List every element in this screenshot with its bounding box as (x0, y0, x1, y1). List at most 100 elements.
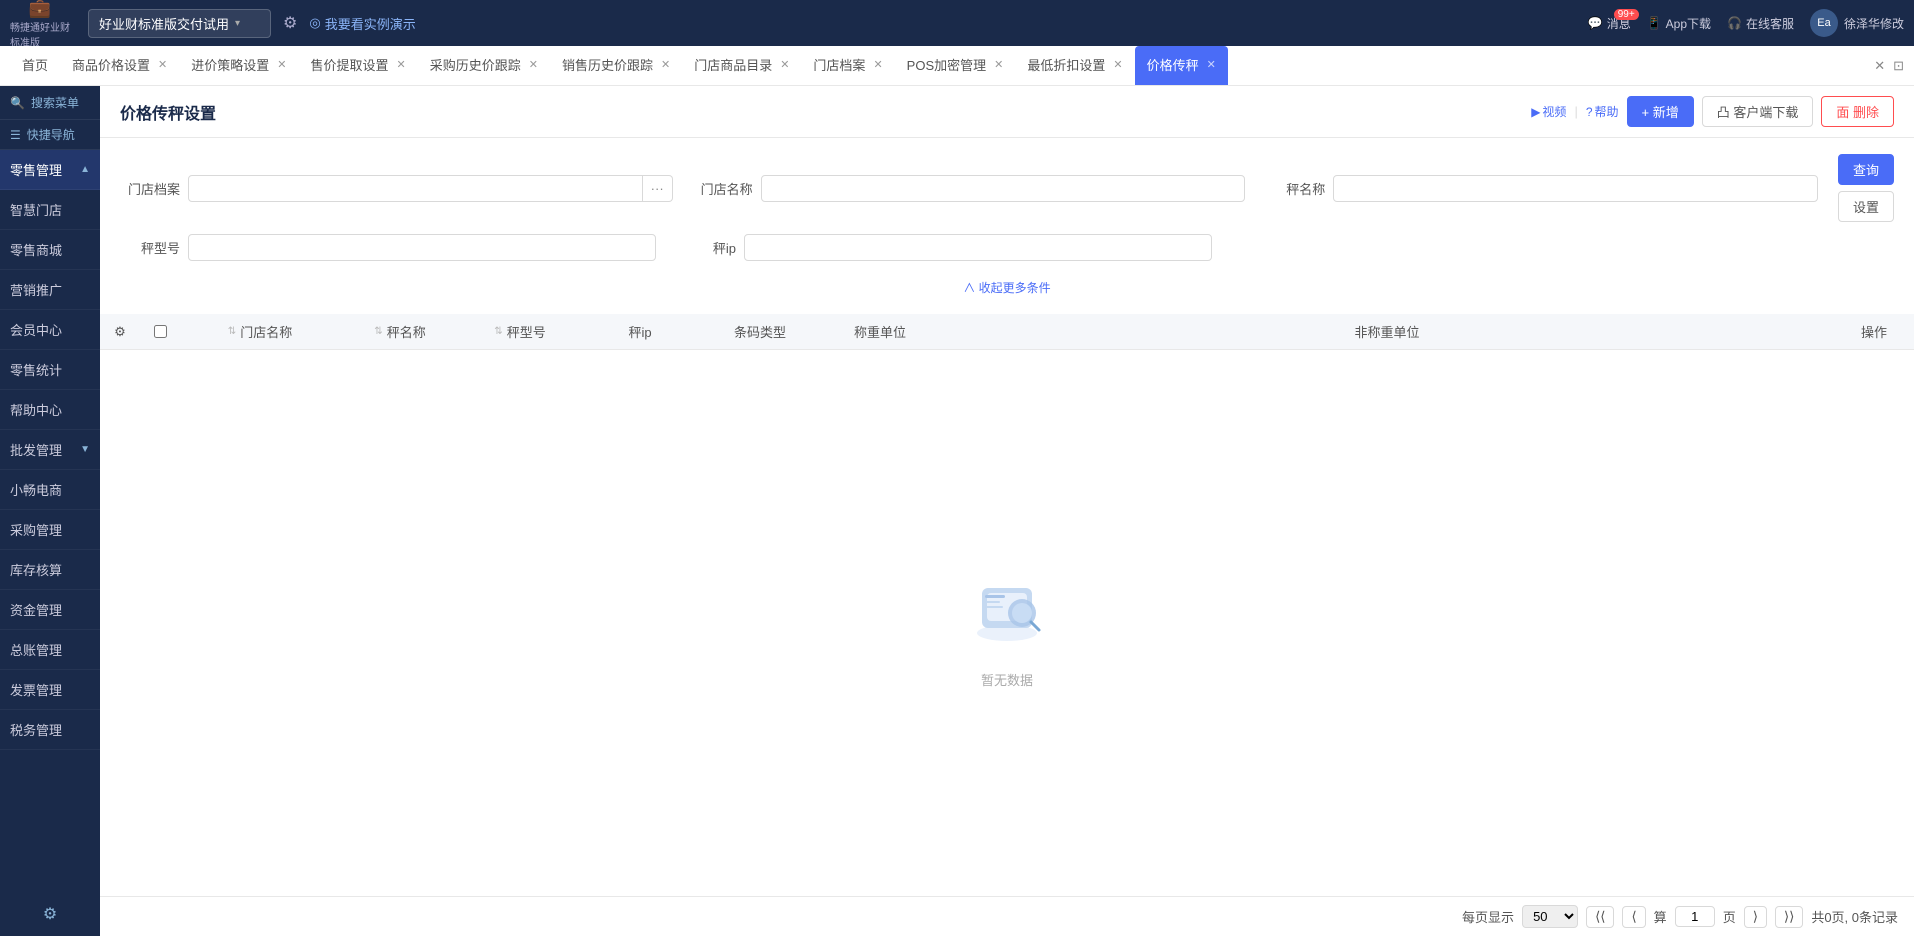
total-label: 共0页, 0条记录 (1811, 907, 1898, 926)
tab-pos-security[interactable]: POS加密管理 ✕ (895, 46, 1016, 86)
store-name-input[interactable] (761, 175, 1246, 202)
tab-price-scale[interactable]: 价格传秤 ✕ (1135, 46, 1228, 86)
next-page-btn[interactable]: ⟩ (1744, 906, 1767, 928)
th-store-name: ⇅ 门店名称 (180, 322, 340, 341)
sort-icon[interactable]: ⇅ (494, 326, 502, 337)
app-download-btn[interactable]: 📱 App下载 (1647, 15, 1711, 32)
version-selector[interactable]: 好业财标准版交付试用 ▾ (88, 9, 271, 38)
store-archive-label: 门店档案 (120, 179, 180, 198)
scale-ip-input[interactable] (744, 234, 1212, 261)
sidebar: 🔍 搜索菜单 ☰ 快捷导航 零售管理 ▲ 智慧门店 零售商城 营销推广 会员中心… (0, 86, 100, 936)
page-number-input[interactable] (1675, 906, 1715, 927)
sidebar-item-retail-mgmt[interactable]: 零售管理 ▲ (0, 150, 100, 190)
sidebar-item-wholesale[interactable]: 批发管理 ▼ (0, 430, 100, 470)
store-archive-input-wrap: ··· (188, 175, 673, 202)
user-area[interactable]: Ea 徐泽华修改 (1810, 9, 1904, 37)
prev-page-btn[interactable]: ⟨ (1622, 906, 1645, 928)
sidebar-item-smart-store[interactable]: 智慧门店 (0, 190, 100, 230)
demo-link[interactable]: ◎ 我要看实例演示 (309, 14, 415, 33)
video-link[interactable]: ▶ 视频 (1531, 103, 1566, 120)
sidebar-settings-btn[interactable]: ⚙ (0, 892, 100, 936)
scale-ip-field: 秤ip (676, 234, 1212, 261)
query-button[interactable]: 查询 (1838, 154, 1894, 185)
help-link[interactable]: ? 帮助 (1586, 103, 1619, 120)
sidebar-item-retail-mall[interactable]: 零售商城 (0, 230, 100, 270)
close-icon[interactable]: ✕ (661, 58, 670, 71)
sidebar-item-ecommerce[interactable]: 小畅电商 (0, 470, 100, 510)
th-settings[interactable]: ⚙ (100, 324, 140, 340)
tab-min-discount[interactable]: 最低折扣设置 ✕ (1015, 46, 1134, 86)
last-page-btn[interactable]: ⟩⟩ (1775, 906, 1803, 928)
sort-icon[interactable]: ⇅ (228, 326, 236, 337)
first-page-btn[interactable]: ⟨⟨ (1586, 906, 1614, 928)
logo-area: 💼 畅捷通好业财 标准版 (10, 0, 70, 49)
th-checkbox[interactable] (140, 325, 180, 338)
tab-store-catalog[interactable]: 门店商品目录 ✕ (682, 46, 801, 86)
close-icon[interactable]: ✕ (158, 58, 167, 71)
th-weight-unit: 称重单位 (820, 322, 940, 341)
notifications-btn[interactable]: 💬 消息 99+ (1588, 15, 1631, 32)
close-icon[interactable]: ✕ (397, 58, 406, 71)
expand-window-icon[interactable]: ⊡ (1893, 58, 1904, 74)
scale-name-input[interactable] (1333, 175, 1818, 202)
avatar: Ea (1810, 9, 1838, 37)
empty-illustration (957, 558, 1057, 658)
top-bar-left: 💼 畅捷通好业财 标准版 好业财标准版交付试用 ▾ ⚙ ◎ 我要看实例演示 (10, 0, 416, 49)
close-icon[interactable]: ✕ (529, 58, 538, 71)
username: 徐泽华修改 (1844, 15, 1904, 32)
tab-sales-history[interactable]: 销售历史价跟踪 ✕ (550, 46, 682, 86)
top-bar-right: 💬 消息 99+ 📱 App下载 🎧 在线客服 Ea 徐泽华修改 (1588, 9, 1904, 37)
page-unit-label: 页 (1723, 907, 1736, 926)
sidebar-item-inventory[interactable]: 库存核算 (0, 550, 100, 590)
store-archive-dots-btn[interactable]: ··· (643, 175, 673, 202)
collapse-bar[interactable]: ∧ 收起更多条件 (120, 273, 1894, 306)
per-page-select[interactable]: 50 10 20 100 (1522, 905, 1578, 928)
setup-button[interactable]: 设置 (1838, 191, 1894, 222)
tab-purchase-history[interactable]: 采购历史价跟踪 ✕ (418, 46, 550, 86)
sidebar-item-tax[interactable]: 税务管理 (0, 710, 100, 750)
close-icon[interactable]: ✕ (994, 58, 1003, 71)
sidebar-item-retail-stats[interactable]: 零售统计 (0, 350, 100, 390)
sidebar-item-member[interactable]: 会员中心 (0, 310, 100, 350)
sidebar-item-ledger[interactable]: 总账管理 (0, 630, 100, 670)
sidebar-item-invoice[interactable]: 发票管理 (0, 670, 100, 710)
delete-button[interactable]: 面 删除 (1821, 96, 1894, 127)
select-all-checkbox[interactable] (154, 325, 167, 338)
tab-home[interactable]: 首页 (10, 46, 60, 86)
scale-name-field: 秤名称 (1265, 175, 1818, 202)
selector-settings-icon[interactable]: ⚙ (279, 9, 301, 37)
notification-badge: 99+ (1614, 9, 1639, 20)
settings-icon: ⚙ (114, 324, 126, 340)
sidebar-item-marketing[interactable]: 营销推广 (0, 270, 100, 310)
close-icon[interactable]: ✕ (1113, 58, 1122, 71)
scale-ip-label: 秤ip (676, 238, 736, 257)
close-window-icon[interactable]: ✕ (1874, 58, 1885, 74)
close-icon[interactable]: ✕ (277, 58, 286, 71)
th-scale-name: ⇅ 秤名称 (340, 322, 460, 341)
th-barcode-type: 条码类型 (700, 322, 820, 341)
tab-price-extract[interactable]: 售价提取设置 ✕ (298, 46, 417, 86)
tab-purchase-strategy[interactable]: 进价策略设置 ✕ (179, 46, 298, 86)
table-container: ⚙ ⇅ 门店名称 ⇅ 秤名称 ⇅ 秤型号 秤ip (100, 314, 1914, 896)
tab-store-archive[interactable]: 门店档案 ✕ (801, 46, 894, 86)
sort-icon[interactable]: ⇅ (374, 326, 382, 337)
search-panel: 门店档案 ··· 门店名称 秤名称 (100, 138, 1914, 314)
sidebar-item-purchase[interactable]: 采购管理 (0, 510, 100, 550)
close-icon[interactable]: ✕ (1207, 58, 1216, 71)
tab-goods-price[interactable]: 商品价格设置 ✕ (60, 46, 179, 86)
sidebar-item-help[interactable]: 帮助中心 (0, 390, 100, 430)
empty-text: 暂无数据 (981, 670, 1033, 689)
download-client-button[interactable]: 凸 客户端下载 (1702, 96, 1814, 127)
store-archive-input[interactable] (188, 175, 643, 202)
sidebar-search[interactable]: 🔍 搜索菜单 (0, 86, 100, 120)
page-header: 价格传秤设置 ▶ 视频 | ? 帮助 + 新增 凸 客户端下载 面 (100, 86, 1914, 138)
chevron-up-icon: ▲ (80, 164, 90, 175)
scale-model-input[interactable] (188, 234, 656, 261)
add-button[interactable]: + 新增 (1627, 96, 1694, 127)
online-service-btn[interactable]: 🎧 在线客服 (1727, 15, 1794, 32)
close-icon[interactable]: ✕ (780, 58, 789, 71)
sidebar-quick-nav[interactable]: ☰ 快捷导航 (0, 120, 100, 150)
close-icon[interactable]: ✕ (873, 58, 882, 71)
sidebar-item-finance[interactable]: 资金管理 (0, 590, 100, 630)
empty-state: 暂无数据 (100, 350, 1914, 896)
